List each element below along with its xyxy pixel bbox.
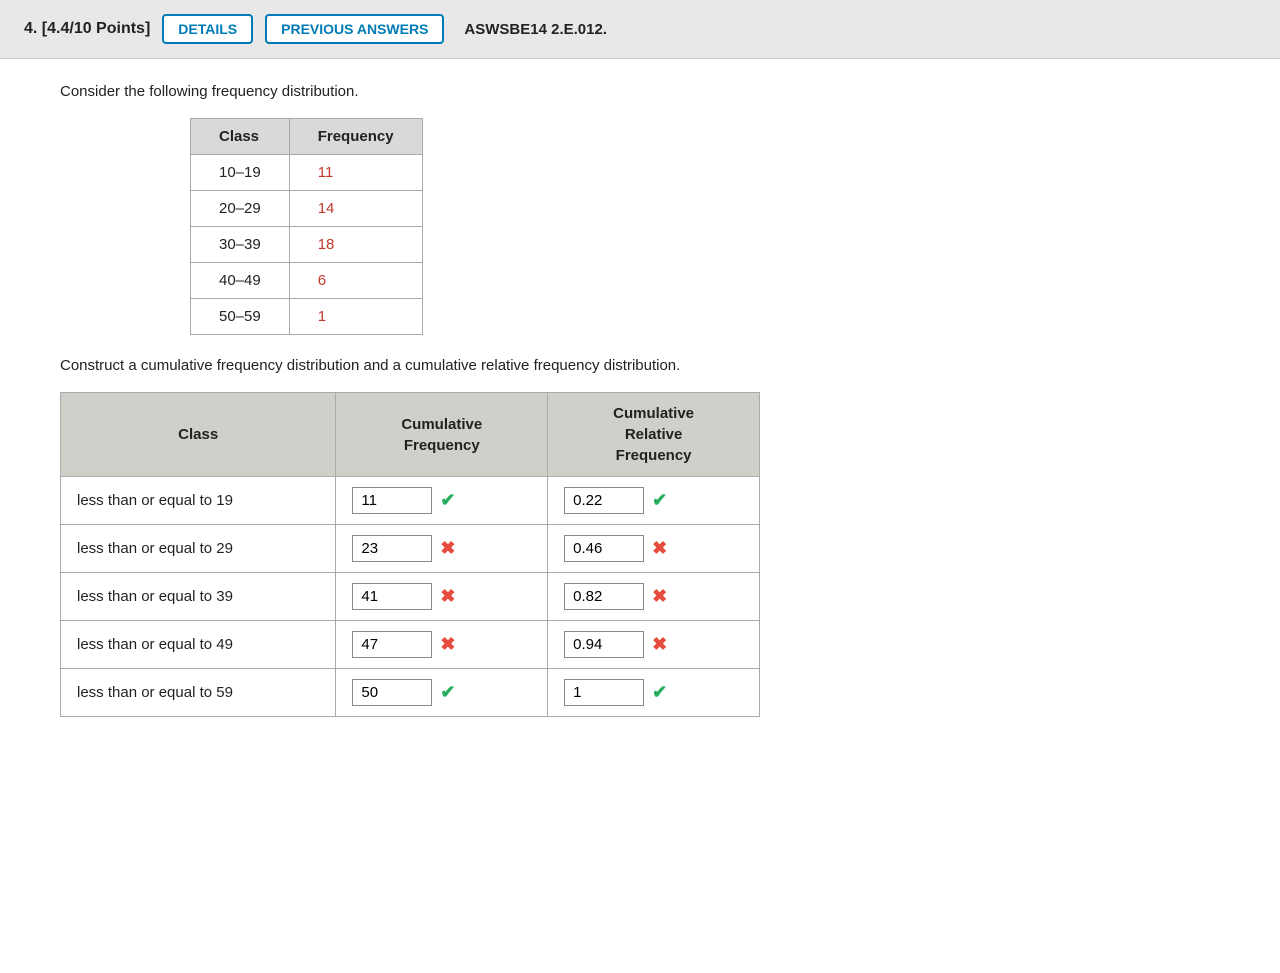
- cum-rel-cell: ✖: [548, 525, 760, 573]
- correct-icon: ✔: [440, 682, 455, 703]
- cum-rel-cell: ✔: [548, 477, 760, 525]
- incorrect-icon: ✖: [440, 634, 455, 655]
- freq-col-freq-header: Frequency: [289, 119, 422, 155]
- cum-rel-input[interactable]: [564, 487, 644, 514]
- cum-rel-cell: ✖: [548, 573, 760, 621]
- freq-table-row: 10–19 11: [191, 155, 423, 191]
- incorrect-icon: ✖: [652, 586, 667, 607]
- freq-table-row: 40–49 6: [191, 263, 423, 299]
- question-header: 4. [4.4/10 Points] DETAILS PREVIOUS ANSW…: [0, 0, 1280, 59]
- previous-answers-button[interactable]: PREVIOUS ANSWERS: [265, 14, 444, 44]
- freq-class-cell: 10–19: [191, 155, 290, 191]
- correct-icon: ✔: [652, 682, 667, 703]
- cum-freq-input[interactable]: [352, 487, 432, 514]
- question-number: 4. [4.4/10 Points]: [24, 20, 150, 38]
- cum-class-cell: less than or equal to 29: [61, 525, 336, 573]
- q-number: 4.: [24, 20, 37, 37]
- cum-freq-cell: ✖: [336, 525, 548, 573]
- cum-table-row: less than or equal to 39 ✖ ✖: [61, 573, 760, 621]
- cum-freq-input[interactable]: [352, 535, 432, 562]
- freq-col-class-header: Class: [191, 119, 290, 155]
- cum-rel-input[interactable]: [564, 679, 644, 706]
- freq-table-row: 50–59 1: [191, 299, 423, 335]
- cum-freq-cell: ✔: [336, 669, 548, 717]
- question-body: Consider the following frequency distrib…: [0, 59, 1280, 757]
- cum-rel-cell: ✔: [548, 669, 760, 717]
- construct-text: Construct a cumulative frequency distrib…: [60, 357, 1240, 374]
- details-button[interactable]: DETAILS: [162, 14, 253, 44]
- cum-rel-cell: ✖: [548, 621, 760, 669]
- cum-rel-input[interactable]: [564, 631, 644, 658]
- cum-freq-cell: ✖: [336, 573, 548, 621]
- freq-value-cell: 1: [289, 299, 422, 335]
- freq-value-cell: 11: [289, 155, 422, 191]
- cum-freq-cell: ✖: [336, 621, 548, 669]
- freq-value-cell: 6: [289, 263, 422, 299]
- incorrect-icon: ✖: [652, 634, 667, 655]
- freq-value-cell: 14: [289, 191, 422, 227]
- cum-class-cell: less than or equal to 19: [61, 477, 336, 525]
- cum-col-cumfreq-header: Cumulative Frequency: [336, 393, 548, 477]
- freq-class-cell: 20–29: [191, 191, 290, 227]
- cum-table-row: less than or equal to 49 ✖ ✖: [61, 621, 760, 669]
- frequency-distribution-table: Class Frequency 10–19 11 20–29 14 30–39 …: [190, 118, 423, 335]
- freq-table-row: 20–29 14: [191, 191, 423, 227]
- incorrect-icon: ✖: [652, 538, 667, 559]
- cum-freq-input[interactable]: [352, 679, 432, 706]
- cum-freq-input[interactable]: [352, 631, 432, 658]
- cum-col-class-header: Class: [61, 393, 336, 477]
- incorrect-icon: ✖: [440, 586, 455, 607]
- correct-icon: ✔: [440, 490, 455, 511]
- cum-rel-input[interactable]: [564, 535, 644, 562]
- intro-text: Consider the following frequency distrib…: [60, 83, 1240, 100]
- freq-class-cell: 40–49: [191, 263, 290, 299]
- freq-value-cell: 18: [289, 227, 422, 263]
- problem-code: ASWSBE14 2.E.012.: [464, 21, 607, 38]
- q-points: [4.4/10 Points]: [42, 20, 150, 37]
- correct-icon: ✔: [652, 490, 667, 511]
- freq-class-cell: 30–39: [191, 227, 290, 263]
- cum-class-cell: less than or equal to 59: [61, 669, 336, 717]
- cum-class-cell: less than or equal to 49: [61, 621, 336, 669]
- incorrect-icon: ✖: [440, 538, 455, 559]
- cum-class-cell: less than or equal to 39: [61, 573, 336, 621]
- cum-table-row: less than or equal to 19 ✔ ✔: [61, 477, 760, 525]
- cum-freq-input[interactable]: [352, 583, 432, 610]
- cum-rel-input[interactable]: [564, 583, 644, 610]
- cum-freq-cell: ✔: [336, 477, 548, 525]
- cumulative-distribution-table: Class Cumulative Frequency Cumulative Re…: [60, 392, 760, 717]
- cum-col-cumrelfreq-header: Cumulative Relative Frequency: [548, 393, 760, 477]
- cum-table-row: less than or equal to 29 ✖ ✖: [61, 525, 760, 573]
- cum-table-row: less than or equal to 59 ✔ ✔: [61, 669, 760, 717]
- freq-table-row: 30–39 18: [191, 227, 423, 263]
- freq-class-cell: 50–59: [191, 299, 290, 335]
